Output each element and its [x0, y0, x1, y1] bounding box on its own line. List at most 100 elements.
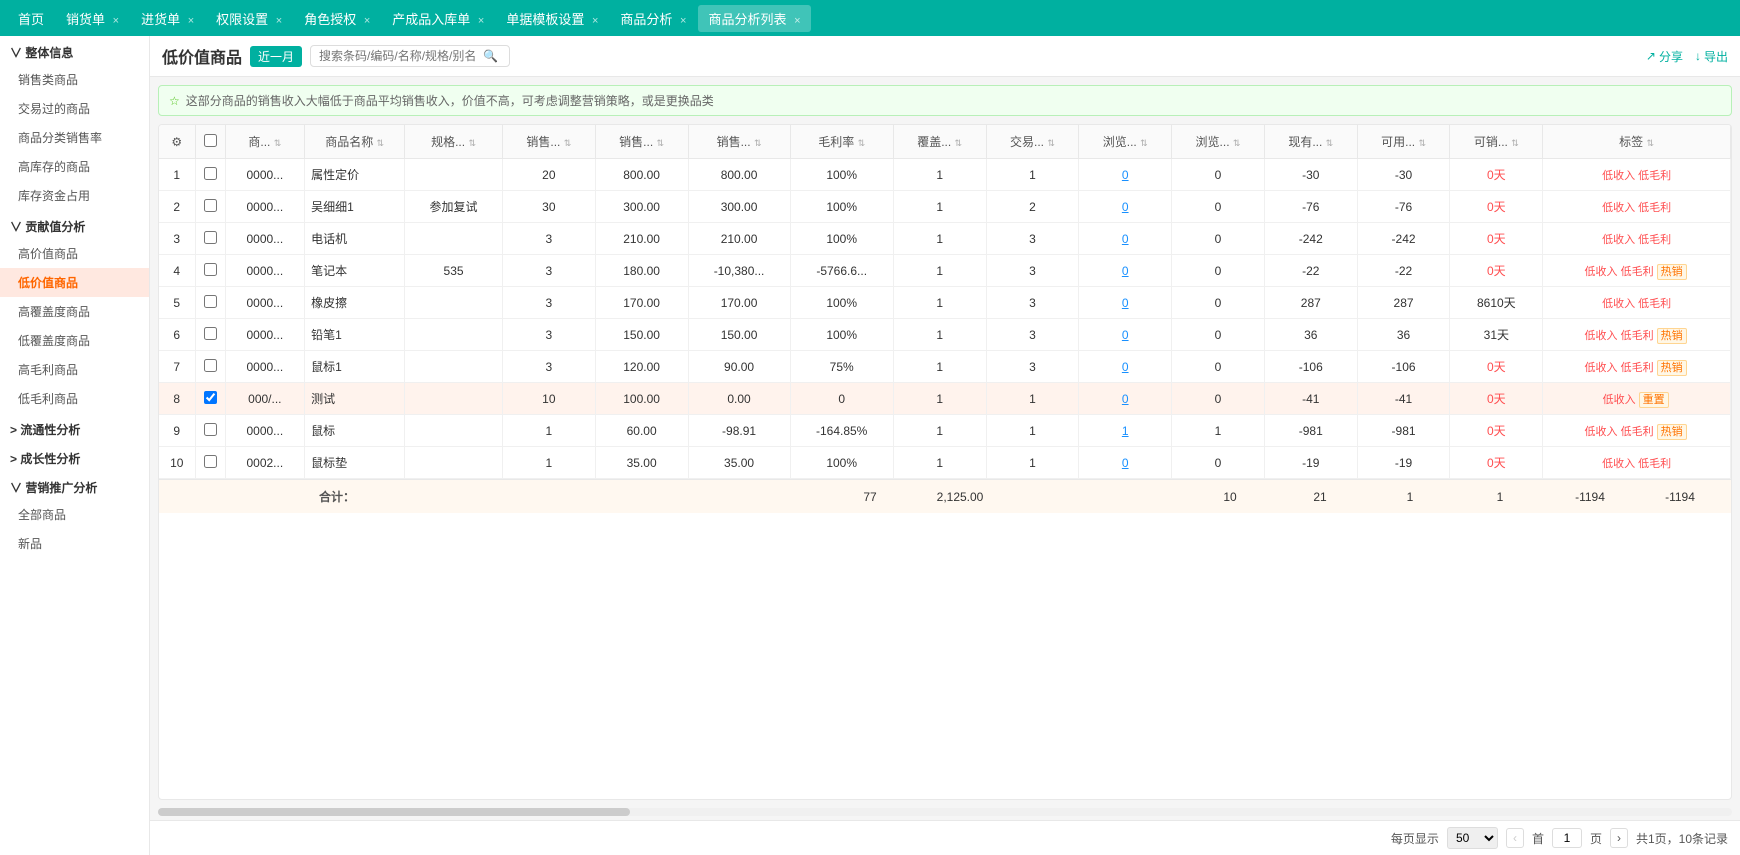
table-row: 10 0002... 鼠标垫 1 35.00 35.00 100% 1 1 0 …: [159, 447, 1731, 479]
cell-num: 5: [159, 287, 195, 319]
sidebar-item-high-coverage[interactable]: 高覆盖度商品: [0, 297, 149, 326]
nav-goods-list-close[interactable]: ×: [794, 15, 800, 27]
cell-checkbox[interactable]: [195, 383, 225, 415]
cell-browse1[interactable]: 0: [1079, 319, 1172, 351]
row-checkbox[interactable]: [204, 199, 217, 212]
nav-permission-close[interactable]: ×: [276, 15, 282, 27]
sidebar-group-overview[interactable]: ∨ 整体信息: [0, 36, 149, 65]
cell-code: 0000...: [225, 223, 305, 255]
total-browse2: 1: [1455, 490, 1545, 504]
sidebar-item-traded-goods[interactable]: 交易过的商品: [0, 94, 149, 123]
nav-role[interactable]: 角色授权 ×: [294, 5, 380, 32]
search-input[interactable]: [319, 49, 479, 63]
cell-checkbox[interactable]: [195, 223, 225, 255]
sidebar-item-new-goods[interactable]: 新品: [0, 529, 149, 558]
sidebar-item-all-goods[interactable]: 全部商品: [0, 500, 149, 529]
nav-purchase[interactable]: 进货单 ×: [131, 5, 204, 32]
sidebar-item-high-margin[interactable]: 高毛利商品: [0, 355, 149, 384]
cell-code: 0002...: [225, 447, 305, 479]
cell-name: 吴细细1: [305, 191, 405, 223]
sidebar-item-sales-goods[interactable]: 销售类商品: [0, 65, 149, 94]
row-checkbox[interactable]: [204, 295, 217, 308]
row-checkbox[interactable]: [204, 455, 217, 468]
cell-browse1[interactable]: 0: [1079, 383, 1172, 415]
page-number-input[interactable]: [1552, 828, 1582, 848]
sidebar-item-high-inventory[interactable]: 高库存的商品: [0, 152, 149, 181]
cell-browse1[interactable]: 0: [1079, 223, 1172, 255]
cell-code: 0000...: [225, 351, 305, 383]
cell-browse1[interactable]: 0: [1079, 351, 1172, 383]
cell-browse1[interactable]: 0: [1079, 159, 1172, 191]
time-filter-btn[interactable]: 近一月: [250, 46, 302, 67]
sidebar-item-category-sales[interactable]: 商品分类销售率: [0, 123, 149, 152]
cell-cover: 1: [893, 159, 986, 191]
nav-home[interactable]: 首页: [8, 5, 54, 32]
cell-checkbox[interactable]: [195, 287, 225, 319]
cell-checkbox[interactable]: [195, 447, 225, 479]
cell-browse1[interactable]: 0: [1079, 255, 1172, 287]
tag-label: 低收入: [1602, 202, 1638, 214]
sidebar-item-low-value[interactable]: 低价值商品: [0, 268, 149, 297]
cell-num: 9: [159, 415, 195, 447]
table-scroll-bar[interactable]: [158, 808, 1732, 816]
nav-sales[interactable]: 销货单 ×: [56, 5, 129, 32]
sidebar-group-contribution[interactable]: ∨ 贡献值分析: [0, 210, 149, 239]
cell-tags: 低收入 低毛利 热销: [1543, 351, 1731, 383]
sidebar-item-capital[interactable]: 库存资金占用: [0, 181, 149, 210]
nav-sales-close[interactable]: ×: [113, 15, 119, 27]
row-checkbox[interactable]: [204, 167, 217, 180]
row-checkbox[interactable]: [204, 231, 217, 244]
cell-num: 1: [159, 159, 195, 191]
nav-template[interactable]: 单据模板设置 ×: [496, 5, 608, 32]
cell-browse1[interactable]: 0: [1079, 191, 1172, 223]
sidebar-group-growth[interactable]: > 成长性分析: [0, 442, 149, 471]
share-button[interactable]: ↗ 分享: [1646, 48, 1683, 65]
nav-template-close[interactable]: ×: [592, 15, 598, 27]
cell-browse2: 1: [1172, 415, 1265, 447]
nav-goods-analysis-list[interactable]: 商品分析列表 ×: [698, 5, 810, 32]
nav-product-close[interactable]: ×: [478, 15, 484, 27]
row-checkbox[interactable]: [204, 359, 217, 372]
sort-browse2-icon: ⇅: [1233, 138, 1241, 148]
sidebar-item-low-coverage[interactable]: 低覆盖度商品: [0, 326, 149, 355]
cell-days: 0天: [1487, 232, 1506, 246]
sidebar-item-low-margin[interactable]: 低毛利商品: [0, 384, 149, 413]
first-page-btn[interactable]: ‹: [1506, 828, 1524, 848]
cell-name: 鼠标垫: [305, 447, 405, 479]
nav-goods-analysis[interactable]: 商品分析 ×: [610, 5, 696, 32]
select-all-checkbox[interactable]: [204, 134, 217, 147]
sidebar-group-flow[interactable]: > 流通性分析: [0, 413, 149, 442]
nav-purchase-close[interactable]: ×: [188, 15, 194, 27]
cell-stock2: -106: [1357, 351, 1450, 383]
sidebar-item-high-value[interactable]: 高价值商品: [0, 239, 149, 268]
next-page-btn[interactable]: ›: [1610, 828, 1628, 848]
row-checkbox[interactable]: [204, 423, 217, 436]
sidebar-group-marketing[interactable]: ∨ 营销推广分析: [0, 471, 149, 500]
cell-name: 电话机: [305, 223, 405, 255]
cell-sale1: 3: [502, 351, 595, 383]
cell-browse1[interactable]: 0: [1079, 287, 1172, 319]
per-page-select[interactable]: 50 100 200: [1447, 827, 1498, 849]
cell-checkbox[interactable]: [195, 351, 225, 383]
export-button[interactable]: ↓ 导出: [1695, 48, 1728, 65]
nav-goods-analysis-close[interactable]: ×: [680, 15, 686, 27]
share-icon: ↗: [1646, 49, 1656, 63]
cell-checkbox[interactable]: [195, 159, 225, 191]
th-stock3: 可销... ⇅: [1450, 125, 1543, 159]
nav-permission[interactable]: 权限设置 ×: [206, 5, 292, 32]
cell-browse1[interactable]: 0: [1079, 447, 1172, 479]
th-checkbox[interactable]: [195, 125, 225, 159]
tag-label: 低收入: [1602, 170, 1638, 182]
cell-checkbox[interactable]: [195, 191, 225, 223]
cell-checkbox[interactable]: [195, 415, 225, 447]
row-checkbox[interactable]: [204, 263, 217, 276]
cell-browse1[interactable]: 1: [1079, 415, 1172, 447]
cell-checkbox[interactable]: [195, 255, 225, 287]
nav-role-close[interactable]: ×: [364, 15, 370, 27]
cell-checkbox[interactable]: [195, 319, 225, 351]
row-checkbox[interactable]: [204, 391, 217, 404]
row-checkbox[interactable]: [204, 327, 217, 340]
th-settings[interactable]: ⚙: [159, 125, 195, 159]
th-sale2: 销售... ⇅: [595, 125, 688, 159]
nav-product-entry[interactable]: 产成品入库单 ×: [382, 5, 494, 32]
